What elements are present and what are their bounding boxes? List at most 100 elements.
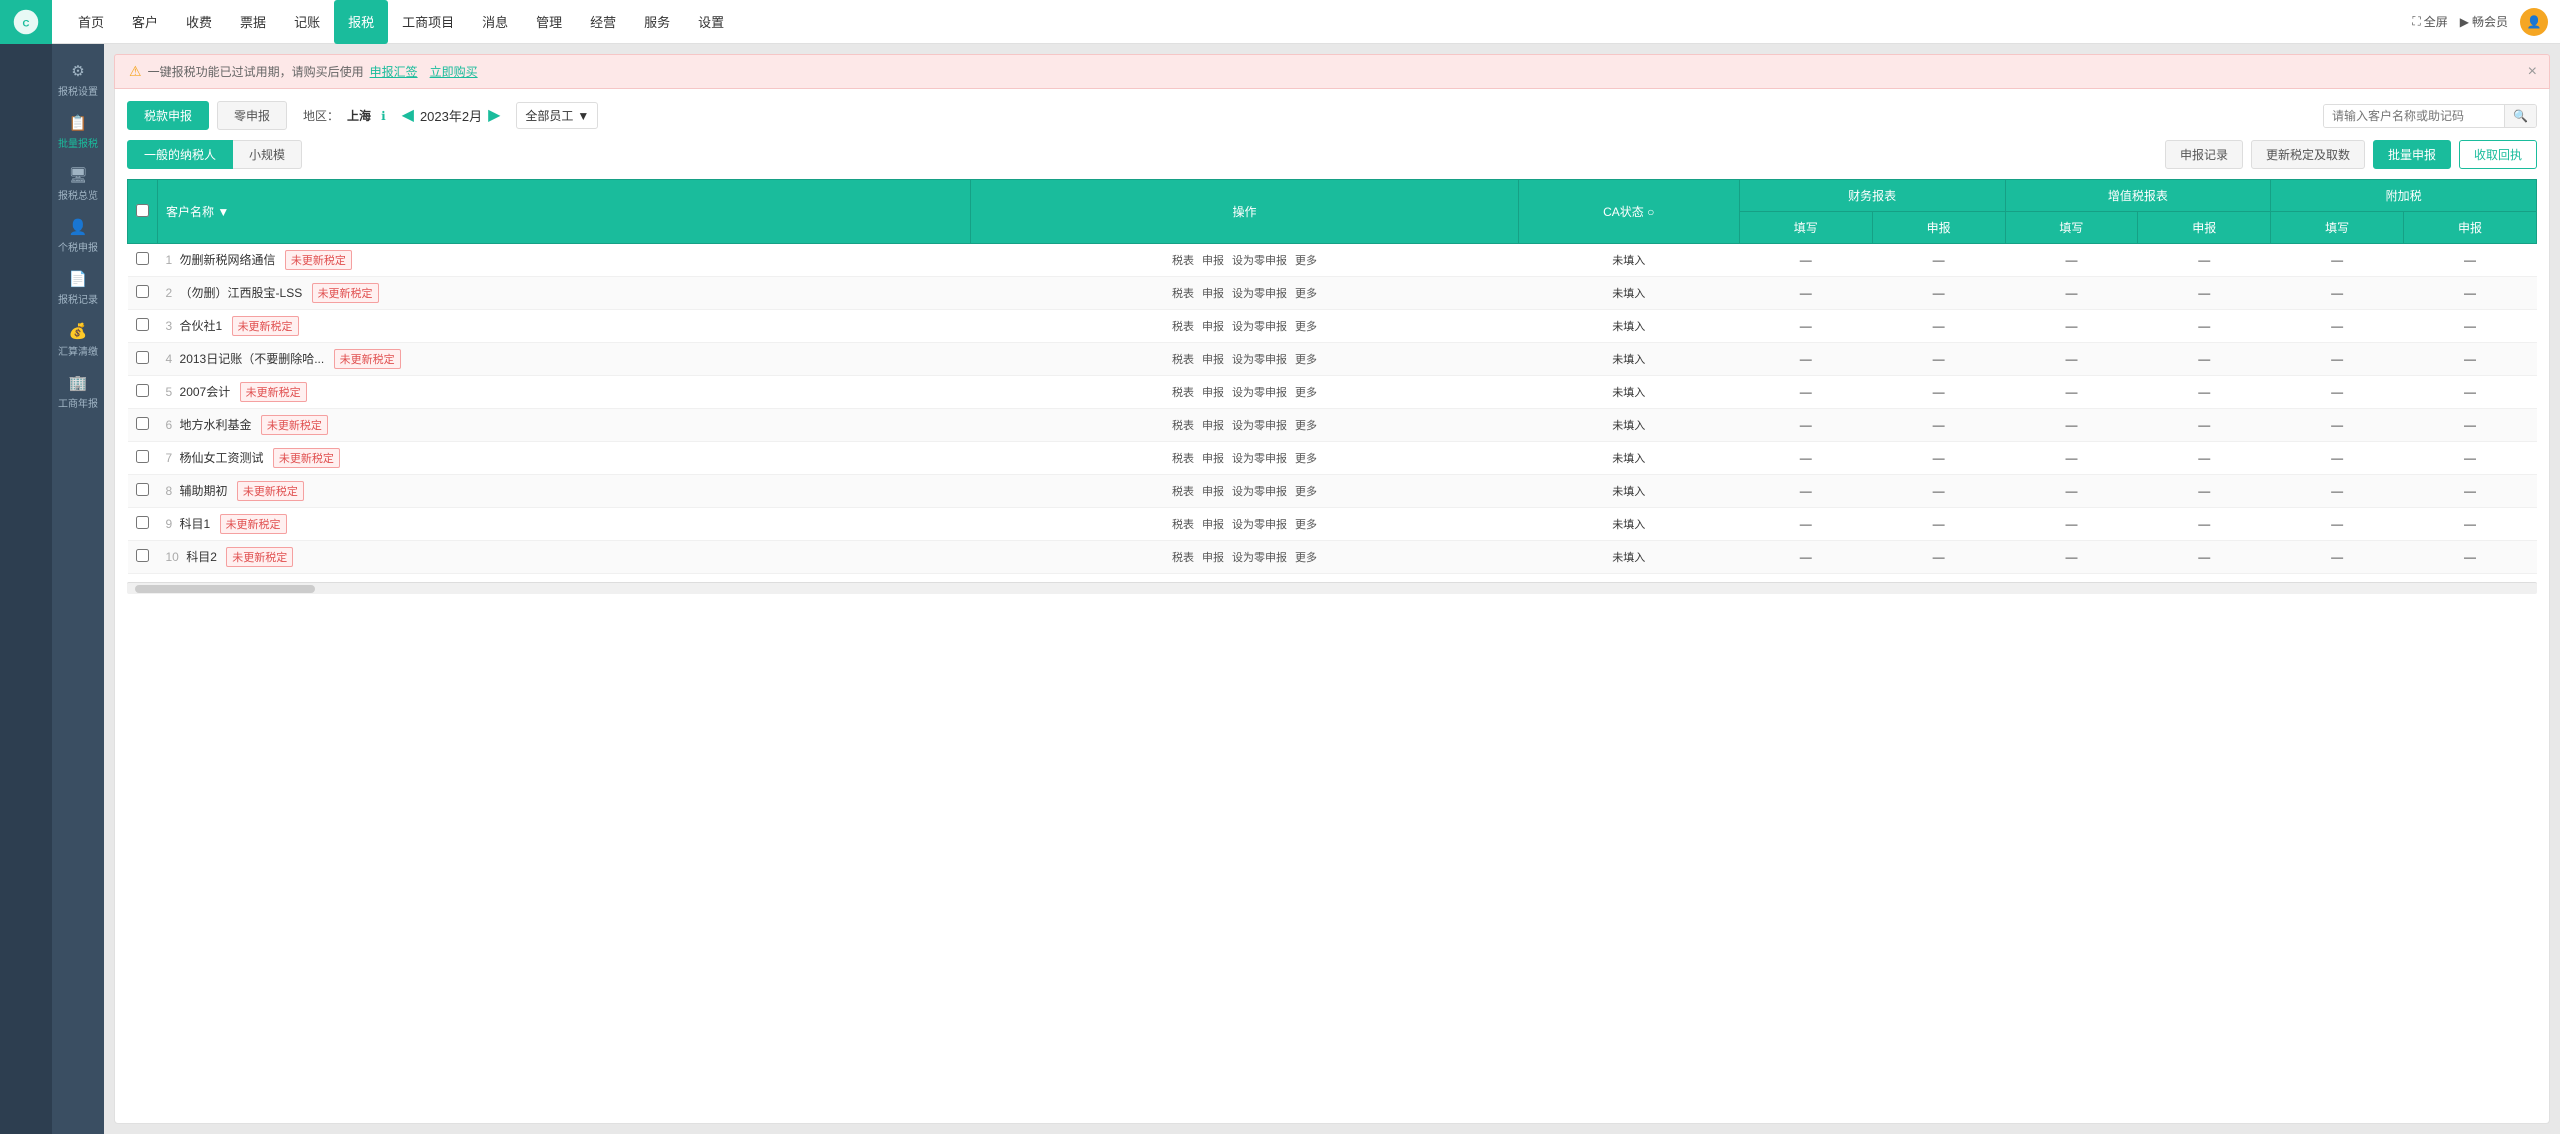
op-link-0[interactable]: 税表	[1172, 420, 1194, 432]
taxpayer-tab-small[interactable]: 小规模	[233, 140, 302, 169]
select-all-checkbox[interactable]	[136, 204, 149, 217]
nav-charge[interactable]: 收费	[172, 0, 226, 44]
op-link-1[interactable]: 申报	[1202, 519, 1224, 531]
op-link-0[interactable]: 税表	[1172, 552, 1194, 564]
sub-nav-annual-report[interactable]: 🏢 工商年报	[52, 364, 104, 416]
nav-message[interactable]: 消息	[468, 0, 522, 44]
sub-nav-personal-tax[interactable]: 👤 个税申报	[52, 208, 104, 260]
nav-tax[interactable]: 报税	[334, 0, 388, 44]
sub-nav-batch-tax[interactable]: 📋 批量报税	[52, 104, 104, 156]
sub-nav-tax-overview[interactable]: 🖥 报税总览	[52, 156, 104, 208]
nav-account[interactable]: 记账	[280, 0, 334, 44]
op-link-2[interactable]: 设为零申报	[1232, 453, 1287, 465]
row-status-badge: 未更新税定	[232, 316, 299, 336]
op-link-0[interactable]: 税表	[1172, 354, 1194, 366]
op-link-3[interactable]: 更多	[1295, 453, 1317, 465]
row-checkbox[interactable]	[136, 252, 149, 265]
fullscreen-button[interactable]: ⛶ 全屏	[2412, 13, 2447, 30]
nav-business[interactable]: 工商项目	[388, 0, 468, 44]
row-col-1: —	[1872, 376, 2005, 409]
op-link-2[interactable]: 设为零申报	[1232, 288, 1287, 300]
collect-receipt-button[interactable]: 收取回执	[2459, 140, 2537, 169]
op-link-2[interactable]: 设为零申报	[1232, 387, 1287, 399]
sub-nav-reconcile[interactable]: 💰 汇算清缴	[52, 312, 104, 364]
nav-manage[interactable]: 管理	[522, 0, 576, 44]
op-link-1[interactable]: 申报	[1202, 255, 1224, 267]
op-link-2[interactable]: 设为零申报	[1232, 354, 1287, 366]
row-checkbox[interactable]	[136, 549, 149, 562]
op-link-2[interactable]: 设为零申报	[1232, 255, 1287, 267]
period-prev-button[interactable]: ◀	[402, 108, 414, 124]
op-link-1[interactable]: 申报	[1202, 486, 1224, 498]
op-link-2[interactable]: 设为零申报	[1232, 321, 1287, 333]
alert-close-button[interactable]: ×	[2528, 63, 2537, 81]
op-link-1[interactable]: 申报	[1202, 321, 1224, 333]
op-link-1[interactable]: 申报	[1202, 420, 1224, 432]
row-checkbox[interactable]	[136, 516, 149, 529]
op-link-0[interactable]: 税表	[1172, 453, 1194, 465]
row-checkbox[interactable]	[136, 450, 149, 463]
search-input[interactable]	[2324, 105, 2504, 127]
dept-select[interactable]: 全部员工 ▼	[516, 102, 598, 129]
tax-settings-icon: ⚙	[71, 62, 84, 80]
op-link-3[interactable]: 更多	[1295, 387, 1317, 399]
op-link-1[interactable]: 申报	[1202, 354, 1224, 366]
search-button[interactable]: 🔍	[2504, 105, 2536, 127]
tab-zero-declaration[interactable]: 零申报	[217, 101, 287, 130]
row-checkbox[interactable]	[136, 417, 149, 430]
op-link-2[interactable]: 设为零申报	[1232, 486, 1287, 498]
op-link-0[interactable]: 税表	[1172, 486, 1194, 498]
personal-tax-icon: 👤	[69, 218, 88, 236]
op-link-3[interactable]: 更多	[1295, 519, 1317, 531]
op-link-1[interactable]: 申报	[1202, 552, 1224, 564]
op-link-1[interactable]: 申报	[1202, 288, 1224, 300]
tab-tax-declaration[interactable]: 税款申报	[127, 101, 209, 130]
nav-invoice[interactable]: 票据	[226, 0, 280, 44]
alert-link2[interactable]: 立即购买	[430, 63, 478, 80]
row-checkbox[interactable]	[136, 318, 149, 331]
declaration-record-button[interactable]: 申报记录	[2165, 140, 2243, 169]
horizontal-scrollbar[interactable]	[127, 582, 2537, 594]
action-row: 一般的纳税人 小规模 申报记录 更新税定及取数 批量申报 收取回执	[127, 140, 2537, 169]
op-link-0[interactable]: 税表	[1172, 255, 1194, 267]
sub-nav-tax-record[interactable]: 📄 报税记录	[52, 260, 104, 312]
op-link-3[interactable]: 更多	[1295, 552, 1317, 564]
nav-home[interactable]: 首页	[64, 0, 118, 44]
op-link-0[interactable]: 税表	[1172, 288, 1194, 300]
op-link-0[interactable]: 税表	[1172, 519, 1194, 531]
alert-link1[interactable]: 申报汇签	[370, 63, 418, 80]
op-link-3[interactable]: 更多	[1295, 486, 1317, 498]
row-name: 地方水利基金	[180, 418, 252, 432]
avatar[interactable]: 👤	[2520, 8, 2548, 36]
op-link-3[interactable]: 更多	[1295, 420, 1317, 432]
logo[interactable]: C	[0, 0, 52, 44]
op-link-2[interactable]: 设为零申报	[1232, 519, 1287, 531]
op-link-1[interactable]: 申报	[1202, 453, 1224, 465]
batch-declaration-button[interactable]: 批量申报	[2373, 140, 2451, 169]
op-link-3[interactable]: 更多	[1295, 255, 1317, 267]
op-link-3[interactable]: 更多	[1295, 321, 1317, 333]
op-link-0[interactable]: 税表	[1172, 387, 1194, 399]
nav-service[interactable]: 服务	[630, 0, 684, 44]
row-checkbox[interactable]	[136, 351, 149, 364]
op-link-3[interactable]: 更多	[1295, 354, 1317, 366]
member-button[interactable]: ▶ 畅会员	[2460, 13, 2508, 30]
action-buttons: 申报记录 更新税定及取数 批量申报 收取回执	[2165, 140, 2537, 169]
sub-nav-tax-settings[interactable]: ⚙ 报税设置	[52, 52, 104, 104]
row-checkbox[interactable]	[136, 285, 149, 298]
op-link-3[interactable]: 更多	[1295, 288, 1317, 300]
row-checkbox[interactable]	[136, 384, 149, 397]
nav-customer[interactable]: 客户	[118, 0, 172, 44]
nav-settings[interactable]: 设置	[684, 0, 738, 44]
taxpayer-tab-general[interactable]: 一般的纳税人	[127, 140, 233, 169]
update-tax-button[interactable]: 更新税定及取数	[2251, 140, 2365, 169]
row-checkbox[interactable]	[136, 483, 149, 496]
op-link-1[interactable]: 申报	[1202, 387, 1224, 399]
nav-operation[interactable]: 经营	[576, 0, 630, 44]
info-icon[interactable]: ℹ	[381, 109, 386, 123]
row-checkbox-cell	[128, 409, 158, 442]
period-next-button[interactable]: ▶	[488, 108, 500, 124]
op-link-0[interactable]: 税表	[1172, 321, 1194, 333]
op-link-2[interactable]: 设为零申报	[1232, 552, 1287, 564]
op-link-2[interactable]: 设为零申报	[1232, 420, 1287, 432]
